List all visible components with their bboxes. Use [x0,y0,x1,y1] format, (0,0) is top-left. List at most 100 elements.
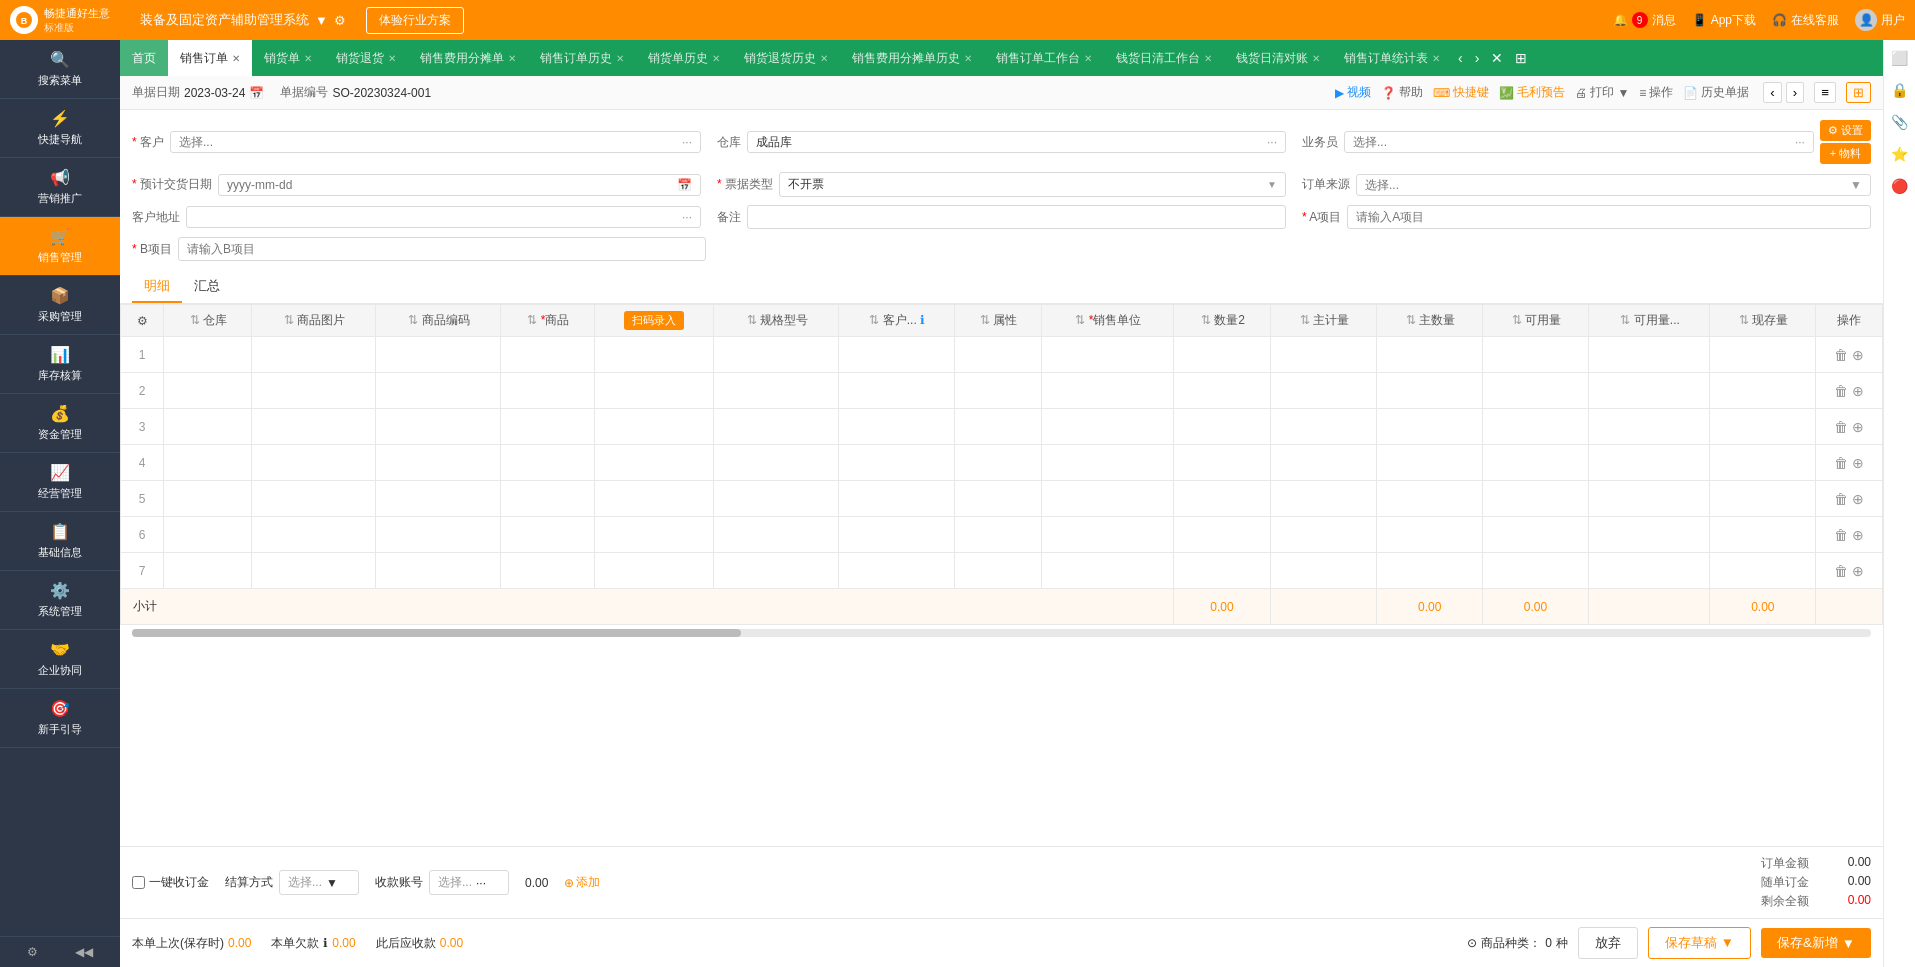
tab-sales-stats-close[interactable]: ✕ [1432,53,1440,64]
col-main-uom[interactable]: ⇅ 主计量 [1271,305,1377,337]
col-product[interactable]: ⇅ *商品 [500,305,595,337]
tab-workstation[interactable]: 销售订单工作台 ✕ [984,40,1104,76]
toolbar-view[interactable]: ▶ 视频 [1335,84,1371,101]
row-1-copy-icon[interactable]: ⊕ [1852,347,1864,363]
tab-fee-split[interactable]: 销售费用分摊单 ✕ [408,40,528,76]
tab-summary[interactable]: 汇总 [182,271,232,303]
row-1-spec[interactable] [714,337,838,373]
calendar-icon[interactable]: 📅 [249,86,264,100]
tab-sales-refund[interactable]: 销货退货 ✕ [324,40,408,76]
nav-prev-btn[interactable]: ‹ [1763,82,1781,103]
tab-prev-btn[interactable]: ‹ [1452,50,1469,66]
row-1-main-uom[interactable] [1271,337,1377,373]
row-1-qty2[interactable] [1173,337,1271,373]
tab-fee-history-close[interactable]: ✕ [964,53,972,64]
payment-method-select[interactable]: 选择... ▼ [279,870,359,895]
date-picker-icon[interactable]: 📅 [677,178,692,192]
row-3-actions[interactable]: 🗑⊕ [1816,409,1883,445]
sidebar-item-finance[interactable]: 💰 资金管理 [0,394,120,453]
customer-more-icon[interactable]: ··· [682,135,692,149]
tab-return-history[interactable]: 销货单历史 ✕ [636,40,732,76]
address-input[interactable] [195,210,678,224]
tab-cash-reconcile-close[interactable]: ✕ [1312,53,1320,64]
tab-sales-return-close[interactable]: ✕ [304,53,312,64]
app-download-item[interactable]: 📱 App下载 [1692,12,1756,29]
row-1-delete-icon[interactable]: 🗑 [1834,347,1848,363]
right-tool-orange[interactable]: 🔴 [1886,172,1914,200]
col-product-code[interactable]: ⇅ 商品编码 [376,305,500,337]
row-1-warehouse[interactable] [164,337,251,373]
goods-icon[interactable]: ⊙ [1467,936,1477,950]
staff-input[interactable] [1353,135,1791,149]
right-tool-star[interactable]: ⭐ [1886,140,1914,168]
row-5-copy-icon[interactable]: ⊕ [1852,491,1864,507]
tab-workstation-close[interactable]: ✕ [1084,53,1092,64]
staff-more-icon[interactable]: ··· [1795,135,1805,149]
sidebar-item-system[interactable]: ⚙️ 系统管理 [0,571,120,630]
col-available2[interactable]: ⇅ 可用量... [1588,305,1709,337]
payment-add-btn[interactable]: ⊕ 添加 [564,874,600,891]
sidebar-item-search[interactable]: 🔍 搜索菜单 [0,40,120,99]
row-1-product-code[interactable] [376,337,500,373]
user-item[interactable]: 👤 用户 [1855,9,1905,31]
address-more-icon[interactable]: ··· [682,210,692,224]
invoice-type-select[interactable]: 不开票 ▼ [779,172,1286,197]
save-new-arrow[interactable]: ▼ [1842,936,1855,951]
row-1-available2[interactable] [1588,337,1709,373]
delivery-date-wrapper[interactable]: 📅 [218,174,701,196]
tab-next-btn[interactable]: › [1469,50,1486,66]
row-1-customer-code[interactable] [838,337,954,373]
toolbar-profit[interactable]: 💹 毛利预告 [1499,84,1565,101]
tab-sales-stats[interactable]: 销售订单统计表 ✕ [1332,40,1452,76]
sidebar-item-enterprise[interactable]: 🤝 企业协同 [0,630,120,689]
row-1-main-qty[interactable] [1377,337,1483,373]
tab-cash-daily[interactable]: 钱货日清工作台 ✕ [1104,40,1224,76]
order-source-input[interactable] [1365,178,1846,192]
toolbar-print[interactable]: 🖨 打印 ▼ [1575,84,1629,101]
row-3-delete-icon[interactable]: 🗑 [1834,419,1848,435]
warehouse-input-wrapper[interactable]: ··· [747,131,1286,153]
save-new-btn[interactable]: 保存&新增 ▼ [1761,928,1871,958]
tab-refund-history-close[interactable]: ✕ [820,53,828,64]
account-select[interactable]: 选择... ··· [429,870,509,895]
industry-btn[interactable]: 体验行业方案 [366,7,464,34]
row-5-delete-icon[interactable]: 🗑 [1834,491,1848,507]
tab-cash-reconcile[interactable]: 钱货日清对账 ✕ [1224,40,1332,76]
delivery-date-input[interactable] [227,178,673,192]
row-7-delete-icon[interactable]: 🗑 [1834,563,1848,579]
settings-icon[interactable]: ⚙ [334,13,346,28]
col-sales-unit[interactable]: ⇅ *销售单位 [1041,305,1173,337]
row-7-actions[interactable]: 🗑⊕ [1816,553,1883,589]
tab-sales-refund-close[interactable]: ✕ [388,53,396,64]
dropdown-icon[interactable]: ▼ [315,13,328,28]
sidebar-item-inventory[interactable]: 📊 库存核算 [0,335,120,394]
row-1-current-stock[interactable] [1710,337,1816,373]
row-4-delete-icon[interactable]: 🗑 [1834,455,1848,471]
row-1-available[interactable] [1483,337,1589,373]
save-draft-btn[interactable]: 保存草稿 ▼ [1648,927,1751,959]
tab-fee-split-close[interactable]: ✕ [508,53,516,64]
row-1-product[interactable] [500,337,595,373]
toolbar-help[interactable]: ❓ 帮助 [1381,84,1423,101]
order-source-wrapper[interactable]: ▼ [1356,174,1871,196]
remark-input[interactable] [747,205,1286,229]
col-settings[interactable]: ⚙ [121,305,164,337]
sidebar-collapse-icon[interactable]: ◀◀ [75,945,93,959]
customer-input[interactable] [179,135,678,149]
toolbar-shortcut[interactable]: ⌨ 快捷键 [1433,84,1489,101]
customer-input-wrapper[interactable]: ··· [170,131,701,153]
tab-fee-history[interactable]: 销售费用分摊单历史 ✕ [840,40,984,76]
date-value[interactable]: 2023-03-24 [184,86,245,100]
warehouse-input[interactable] [756,135,1263,149]
right-tool-copy[interactable]: ⬜ [1886,44,1914,72]
tab-return-history-close[interactable]: ✕ [712,53,720,64]
right-tool-lock[interactable]: 🔒 [1886,76,1914,104]
one-click-checkbox-input[interactable] [132,876,145,889]
col-product-img[interactable]: ⇅ 商品图片 [251,305,375,337]
sidebar-item-operation[interactable]: 📈 经营管理 [0,453,120,512]
col-warehouse[interactable]: ⇅ 仓库 [164,305,251,337]
add-material-btn[interactable]: + 物料 [1820,143,1871,164]
current-owe-icon[interactable]: ℹ [323,936,328,950]
col-scan[interactable]: 扫码录入 [595,305,714,337]
right-tool-attach[interactable]: 📎 [1886,108,1914,136]
